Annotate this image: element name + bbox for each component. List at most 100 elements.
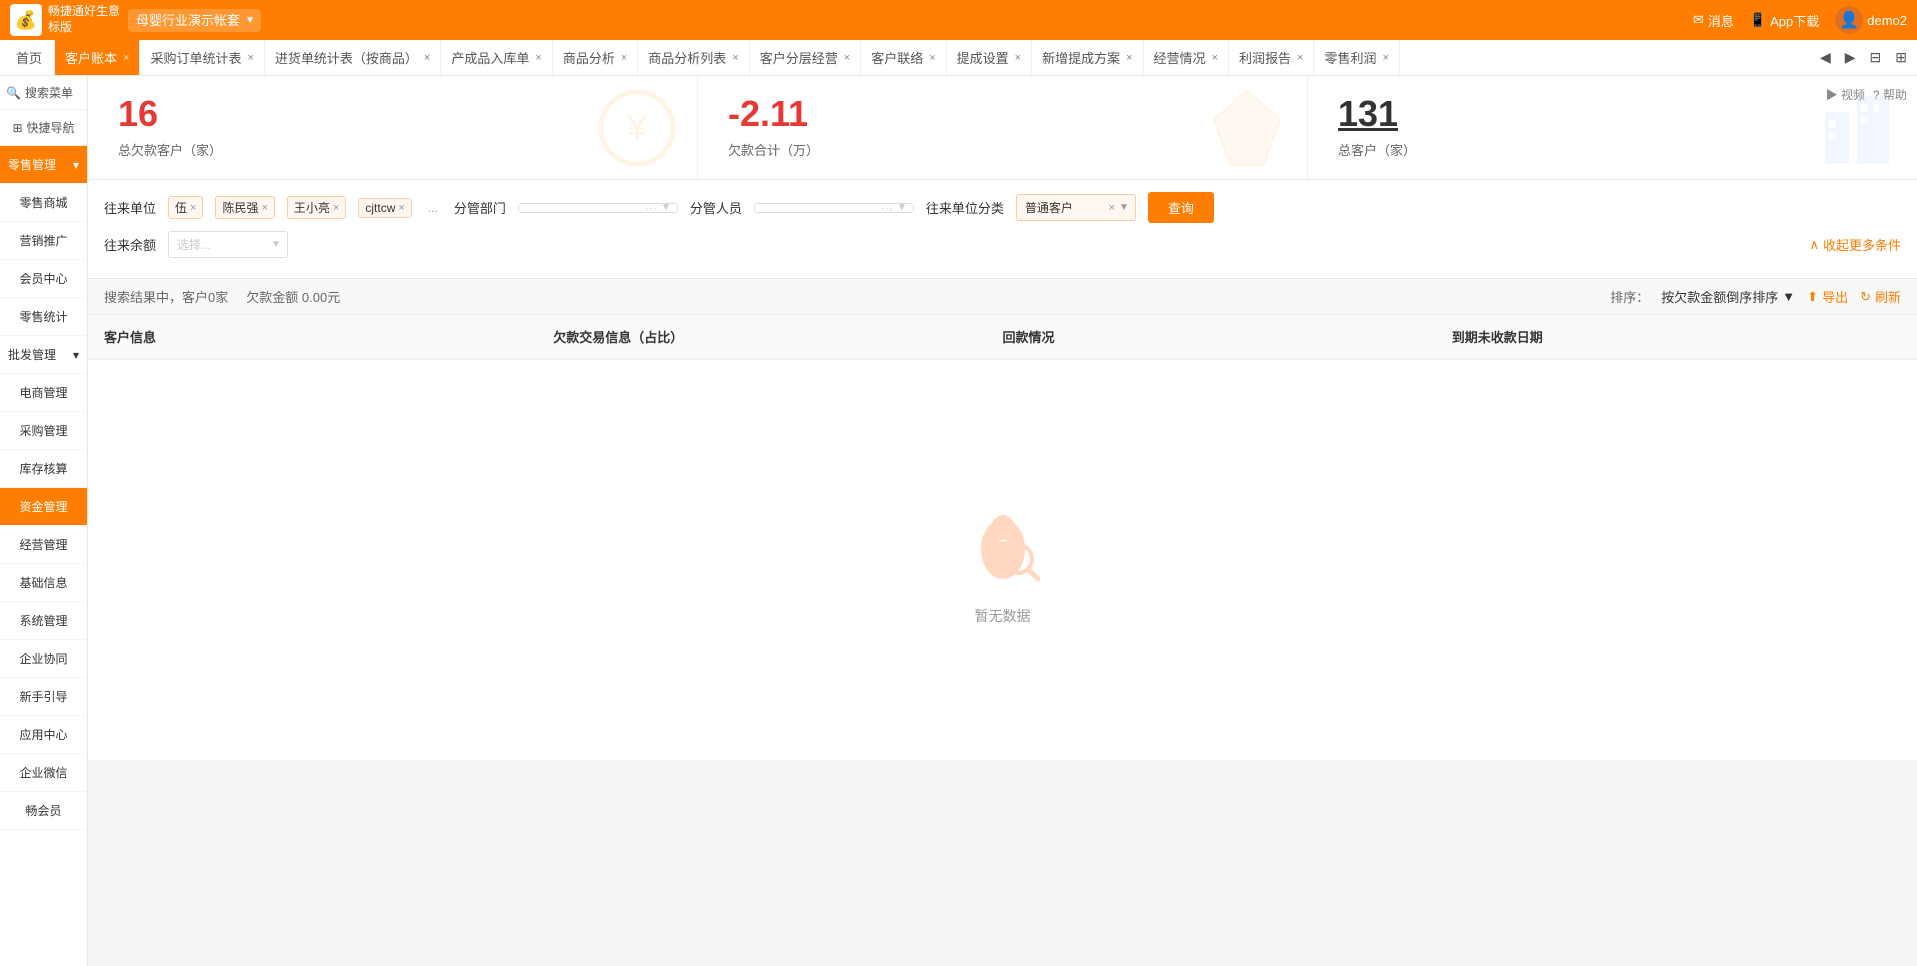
tab-item-kehu-zhangben[interactable]: 客户账本 × [55,40,140,76]
sidebar-item-chang-huiyuan[interactable]: 畅会员 [0,792,87,830]
sidebar-item-pifa[interactable]: 批发管理 ▾ [0,336,87,374]
filter-balance-select[interactable]: 选择... ▼ [168,231,288,258]
col-customer-info: 客户信息 [104,327,553,346]
help-button[interactable]: ? 帮助 [1873,86,1907,103]
tab-close-xinzeng-ticheng[interactable]: × [1126,52,1132,64]
tab-item-jingying[interactable]: 经营情况 × [1144,40,1229,76]
stat-value-total: 131 [1338,96,1398,132]
filter-category-select[interactable]: 普通客户 × ▼ [1016,194,1136,221]
stat-value-customers: 16 [118,96,158,132]
sidebar-item-xitong[interactable]: 系统管理 [0,602,87,640]
tab-item-caigou[interactable]: 采购订单统计表 × [140,40,264,76]
enterprise-selector[interactable]: 母婴行业演示帐套 [128,9,261,32]
tab-close-chanpin[interactable]: × [535,52,541,64]
tab-scroll-right[interactable]: ▶ [1839,45,1862,70]
results-header: 搜索结果中，客户0家 欠款金额 0.00元 排序： 按欠款金额倒序排序 ▼ ⬆ … [88,279,1917,315]
person-more-dots[interactable]: ··· [881,201,893,215]
remove-tag-wu[interactable]: × [190,202,196,214]
tab-close-jingying[interactable]: × [1212,52,1218,64]
sidebar-item-dianshang[interactable]: 电商管理 [0,374,87,412]
filter-tag-cj: cjttcw × [358,198,411,218]
sidebar-item-xinshou[interactable]: 新手引导 [0,678,87,716]
refresh-icon: ↻ [1860,289,1871,305]
sort-button[interactable]: 按欠款金额倒序排序 ▼ [1661,287,1795,306]
tab-item-jinhuo[interactable]: 进货单统计表（按商品） × [265,40,441,76]
tab-home[interactable]: 首页 [4,40,55,76]
tab-close-shangpin-list[interactable]: × [732,52,738,64]
tab-close-kehu[interactable]: × [123,52,129,64]
sidebar-item-jingying[interactable]: 经营管理 [0,526,87,564]
sidebar-item-yingxiao[interactable]: 营销推广 [0,222,87,260]
sidebar-item-lingshou-tongji[interactable]: 零售统计 [0,298,87,336]
tab-close-kehu-lianlu[interactable]: × [929,52,935,64]
remove-category-tag[interactable]: × [1108,202,1114,214]
tab-maximize[interactable]: ⊞ [1889,45,1913,70]
sidebar-item-qiye-weixin[interactable]: 企业微信 [0,754,87,792]
sidebar-item-lingshou[interactable]: 零售管理 ▾ [0,146,87,184]
sidebar-item-caigou[interactable]: 采购管理 [0,412,87,450]
collapse-button[interactable]: ∧ 收起更多条件 [1809,235,1901,254]
stats-bar: ¥ 16 总欠款客户（家） -2.11 欠款合计（万） [88,76,1917,180]
remove-tag-cj[interactable]: × [398,202,404,214]
sidebar-item-yingyong[interactable]: 应用中心 [0,716,87,754]
tab-close-shangpin[interactable]: × [621,52,627,64]
table-header: 客户信息 欠款交易信息（占比） 回款情况 到期未收款日期 [88,315,1917,360]
sidebar-item-lingshou-shangcheng[interactable]: 零售商城 [0,184,87,222]
filter-label-dept: 分管部门 [454,198,506,217]
col-due-date: 到期未收款日期 [1452,327,1901,346]
filter-label-balance: 往来余额 [104,235,156,254]
tab-item-kehu-lianlu[interactable]: 客户联络 × [861,40,946,76]
tab-item-lingshou-lirun[interactable]: 零售利润 × [1314,40,1399,76]
sidebar-quick-nav[interactable]: ⊞ 快捷导航 [0,110,87,146]
sidebar-search[interactable]: 🔍 搜索菜单 [0,76,87,110]
tab-item-chanpin[interactable]: 产成品入库单 × [441,40,552,76]
sidebar-item-qiye-xietong[interactable]: 企业协同 [0,640,87,678]
filter-dept-select[interactable]: ▼ ··· [518,203,678,213]
tab-close-kehu-fenceng[interactable]: × [844,52,850,64]
tab-close-caigou[interactable]: × [247,52,253,64]
query-button[interactable]: 查询 [1148,192,1214,223]
sidebar: 🔍 搜索菜单 ⊞ 快捷导航 零售管理 ▾ 零售商城 营销推广 会员中心 零售统计… [0,76,88,966]
video-button[interactable]: ▶ 视频 [1826,86,1865,103]
sidebar-item-huiyuan[interactable]: 会员中心 [0,260,87,298]
export-icon: ⬆ [1807,289,1818,305]
app-download-button[interactable]: 📱 App下载 [1750,11,1819,30]
sidebar-item-jichu[interactable]: 基础信息 [0,564,87,602]
tab-item-ticheng-shezhi[interactable]: 提成设置 × [947,40,1032,76]
enterprise-select[interactable]: 母婴行业演示帐套 [128,9,261,32]
results-actions: 排序： 按欠款金额倒序排序 ▼ ⬆ 导出 ↻ 刷新 [1610,287,1901,306]
filter-person-select[interactable]: ▼ ··· [754,203,914,213]
user-menu[interactable]: 👤 demo2 [1835,6,1907,34]
tab-close-ticheng[interactable]: × [1015,52,1021,64]
tab-item-shangpin-list[interactable]: 商品分析列表 × [638,40,749,76]
filter-more-button[interactable]: ... [424,199,442,217]
tab-close-jinhuo[interactable]: × [424,52,430,64]
tab-item-lirun[interactable]: 利润报告 × [1229,40,1314,76]
nav-icon: ⊞ [12,121,22,135]
refresh-button[interactable]: ↻ 刷新 [1860,287,1901,306]
export-button[interactable]: ⬆ 导出 [1807,287,1848,306]
message-button[interactable]: ✉ 消息 [1693,11,1734,30]
col-debt-info: 欠款交易信息（占比） [553,327,1002,346]
tab-close-lirun[interactable]: × [1297,52,1303,64]
remove-tag-wang[interactable]: × [333,202,339,214]
sidebar-item-zijin[interactable]: 资金管理 [0,488,87,526]
help-video-btns: ▶ 视频 ? 帮助 [1826,86,1907,103]
tab-item-xinzeng-ticheng[interactable]: 新增提成方案 × [1032,40,1143,76]
logo-area: 💰 畅捷通好生意 标版 [10,4,120,36]
top-bar: 💰 畅捷通好生意 标版 母婴行业演示帐套 ✉ 消息 📱 App下载 👤 demo… [0,0,1917,40]
tab-scroll-left[interactable]: ◀ [1814,45,1837,70]
stat-label-total: 总客户（家） [1338,140,1416,159]
tab-close-lingshou-lirun[interactable]: × [1382,52,1388,64]
tab-minimize[interactable]: ⊟ [1864,45,1888,70]
table-body: 暂无数据 [88,360,1917,760]
empty-text: 暂无数据 [975,606,1031,626]
sidebar-item-kucun[interactable]: 库存核算 [0,450,87,488]
remove-tag-chen[interactable]: × [261,202,267,214]
tab-item-kehu-fenceng[interactable]: 客户分层经营 × [750,40,861,76]
tab-item-shangpin[interactable]: 商品分析 × [553,40,638,76]
stat-block-total: 131 总客户（家） ▶ 视频 ? 帮助 [1308,76,1917,179]
dept-more-dots[interactable]: ··· [645,201,657,215]
search-icon: 🔍 [6,86,21,100]
content-area: ¥ 16 总欠款客户（家） -2.11 欠款合计（万） [88,76,1917,966]
